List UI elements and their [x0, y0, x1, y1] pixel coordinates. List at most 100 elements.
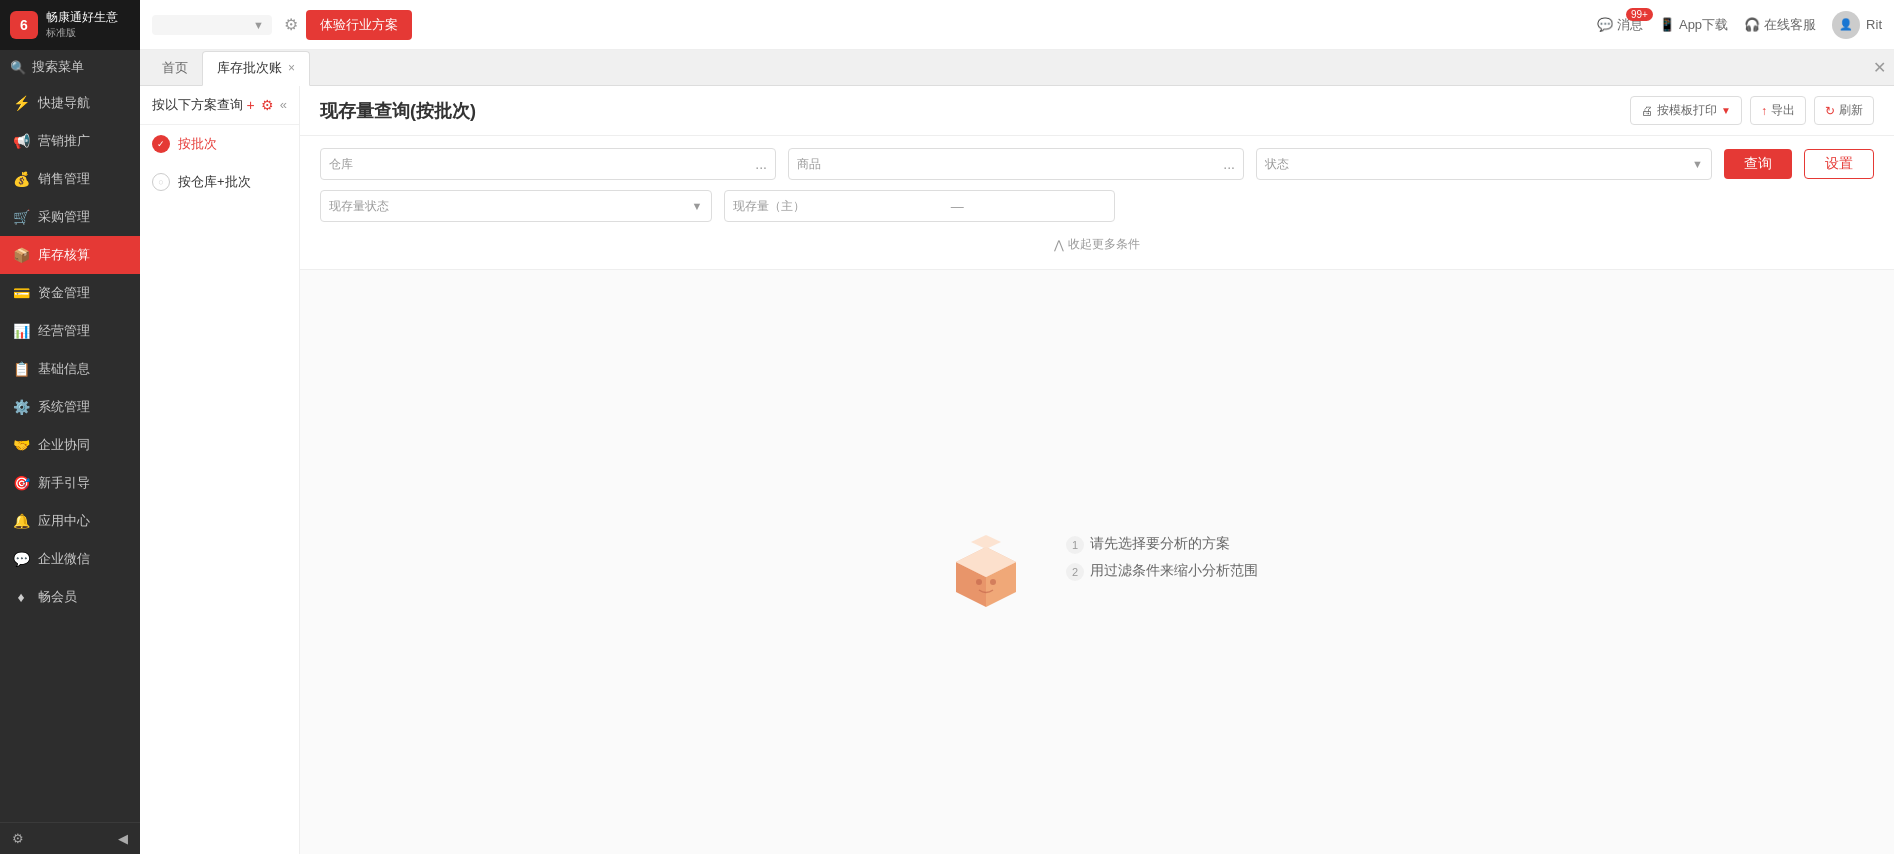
sidebar-item-wechat[interactable]: 💬 企业微信 — [0, 540, 140, 578]
svg-marker-4 — [971, 535, 1001, 549]
export-button[interactable]: ↑ 导出 — [1750, 96, 1806, 125]
operation-icon: 📊 — [12, 322, 30, 340]
inventory-icon: 📦 — [12, 246, 30, 264]
online-service-button[interactable]: 🎧 在线客服 — [1744, 16, 1816, 34]
left-panel-actions: + ⚙ « — [247, 97, 287, 113]
phone-icon: 📱 — [1659, 17, 1675, 32]
sidebar-item-sales[interactable]: 💰 销售管理 — [0, 160, 140, 198]
page-actions: 🖨 按模板打印 ▼ ↑ 导出 ↻ 刷新 — [1630, 96, 1874, 125]
status-dropdown-icon[interactable]: ▼ — [1692, 158, 1703, 170]
try-industry-button[interactable]: 体验行业方案 — [306, 10, 412, 40]
svg-point-6 — [990, 579, 996, 585]
sidebar-item-purchase[interactable]: 🛒 采购管理 — [0, 198, 140, 236]
collapse-conditions-button[interactable]: ⋀ 收起更多条件 — [320, 232, 1874, 257]
print-dropdown-icon[interactable]: ▼ — [1721, 105, 1731, 116]
wechat-icon: 💬 — [12, 550, 30, 568]
sidebar-bottom: ⚙ ◀ — [0, 822, 140, 854]
tab-close-icon[interactable]: × — [288, 61, 295, 75]
purchase-icon: 🛒 — [12, 208, 30, 226]
scheme-item-warehouse-batch[interactable]: ○ 按仓库+批次 — [140, 163, 299, 201]
refresh-button[interactable]: ↻ 刷新 — [1814, 96, 1874, 125]
sidebar-search[interactable]: 🔍 搜索菜单 — [0, 50, 140, 84]
messages-button[interactable]: 💬 消息 99+ — [1597, 16, 1643, 34]
sidebar-item-member[interactable]: ♦ 畅会员 — [0, 578, 140, 616]
product-label: 商品 — [797, 156, 821, 173]
tab-inventory-batch[interactable]: 库存批次账 × — [202, 51, 310, 86]
collapse-up-icon: ⋀ — [1054, 238, 1064, 252]
product-filter[interactable]: 商品 ... — [788, 148, 1244, 180]
status-filter[interactable]: 状态 ▼ — [1256, 148, 1712, 180]
message-icon: 💬 — [1597, 17, 1613, 32]
sidebar-item-shortcuts[interactable]: ⚡ 快捷导航 — [0, 84, 140, 122]
filter-area: 仓库 ... 商品 ... 状态 ▼ — [300, 136, 1894, 270]
sidebar-nav: ⚡ 快捷导航 📢 营销推广 💰 销售管理 🛒 采购管理 📦 库存核算 💳 资金管… — [0, 84, 140, 822]
appstore-icon: 🔔 — [12, 512, 30, 530]
print-template-button[interactable]: 🖨 按模板打印 ▼ — [1630, 96, 1742, 125]
sidebar-collapse-icon[interactable]: ◀ — [118, 831, 128, 846]
stock-status-dropdown-icon[interactable]: ▼ — [692, 200, 703, 212]
sidebar: 6 畅康通好生意 标准版 🔍 搜索菜单 ⚡ 快捷导航 📢 营销推广 💰 销售管理… — [0, 0, 140, 854]
scheme-settings-icon[interactable]: ⚙ — [261, 97, 274, 113]
export-icon: ↑ — [1761, 104, 1767, 118]
scheme-inactive-icon: ○ — [152, 173, 170, 191]
topbar: ▼ ⚙ 体验行业方案 💬 消息 99+ 📱 App下载 🎧 在线客服 👤 Rit — [140, 0, 1894, 50]
empty-tip-2: 2 用过滤条件来缩小分析范围 — [1066, 562, 1258, 581]
search-icon: 🔍 — [10, 60, 26, 75]
topbar-right: 💬 消息 99+ 📱 App下载 🎧 在线客服 👤 Rit — [1597, 11, 1882, 39]
system-icon: ⚙️ — [12, 398, 30, 416]
tab-panel-close-icon[interactable]: ✕ — [1873, 58, 1886, 77]
empty-tips: 1 请先选择要分析的方案 2 用过滤条件来缩小分析范围 — [1066, 535, 1258, 589]
app-logo: 6 — [10, 11, 38, 39]
page-title: 现存量查询(按批次) — [320, 99, 476, 123]
stock-status-filter[interactable]: 现存量状态 ▼ — [320, 190, 712, 222]
sidebar-item-marketing[interactable]: 📢 营销推广 — [0, 122, 140, 160]
print-icon: 🖨 — [1641, 104, 1653, 118]
sidebar-item-system[interactable]: ⚙️ 系统管理 — [0, 388, 140, 426]
main-area: ▼ ⚙ 体验行业方案 💬 消息 99+ 📱 App下载 🎧 在线客服 👤 Rit — [140, 0, 1894, 854]
svg-point-5 — [976, 579, 982, 585]
product-select-icon[interactable]: ... — [1223, 156, 1235, 172]
filter-settings-button[interactable]: 设置 — [1804, 149, 1874, 179]
tabbar: 首页 库存批次账 × ✕ — [140, 50, 1894, 86]
sidebar-item-inventory[interactable]: 📦 库存核算 — [0, 236, 140, 274]
warehouse-select-icon[interactable]: ... — [755, 156, 767, 172]
sidebar-item-finance[interactable]: 💳 资金管理 — [0, 274, 140, 312]
topbar-search-box[interactable]: ▼ — [152, 15, 272, 35]
empty-box-svg — [941, 522, 1031, 612]
sidebar-item-newbie[interactable]: 🎯 新手引导 — [0, 464, 140, 502]
right-panel: 现存量查询(按批次) 🖨 按模板打印 ▼ ↑ 导出 ↻ 刷新 — [300, 86, 1894, 854]
scheme-item-batch[interactable]: ✓ 按批次 — [140, 125, 299, 163]
company-name: 畅康通好生意 — [46, 10, 118, 26]
sidebar-item-appstore[interactable]: 🔔 应用中心 — [0, 502, 140, 540]
headset-icon: 🎧 — [1744, 17, 1760, 32]
app-download-button[interactable]: 📱 App下载 — [1659, 16, 1728, 34]
notification-badge: 99+ — [1626, 8, 1653, 21]
topbar-dropdown-icon[interactable]: ▼ — [253, 19, 264, 31]
page-header: 现存量查询(按批次) 🖨 按模板打印 ▼ ↑ 导出 ↻ 刷新 — [300, 86, 1894, 136]
stock-quantity-dash: — — [947, 199, 968, 214]
tab-home[interactable]: 首页 — [148, 50, 202, 85]
member-icon: ♦ — [12, 588, 30, 606]
empty-illustration — [936, 512, 1036, 612]
warehouse-label: 仓库 — [329, 156, 353, 173]
sidebar-settings-icon[interactable]: ⚙ — [12, 831, 24, 846]
sidebar-item-enterprise[interactable]: 🤝 企业协同 — [0, 426, 140, 464]
collapse-panel-icon[interactable]: « — [280, 97, 287, 113]
refresh-icon: ↻ — [1825, 104, 1835, 118]
sidebar-header: 6 畅康通好生意 标准版 — [0, 0, 140, 50]
filter-row-1: 仓库 ... 商品 ... 状态 ▼ — [320, 148, 1874, 180]
empty-tip-1: 1 请先选择要分析的方案 — [1066, 535, 1258, 554]
warehouse-filter[interactable]: 仓库 ... — [320, 148, 776, 180]
sales-icon: 💰 — [12, 170, 30, 188]
add-scheme-button[interactable]: + — [247, 97, 255, 113]
stock-quantity-label: 现存量（主） — [733, 198, 805, 215]
query-button[interactable]: 查询 — [1724, 149, 1792, 179]
sidebar-item-operation[interactable]: 📊 经营管理 — [0, 312, 140, 350]
stock-status-label: 现存量状态 — [329, 198, 389, 215]
basic-icon: 📋 — [12, 360, 30, 378]
topbar-gear-icon[interactable]: ⚙ — [284, 15, 298, 34]
sidebar-item-basic[interactable]: 📋 基础信息 — [0, 350, 140, 388]
user-menu[interactable]: 👤 Rit — [1832, 11, 1882, 39]
status-label: 状态 — [1265, 156, 1289, 173]
stock-quantity-filter[interactable]: 现存量（主） — — [724, 190, 1116, 222]
